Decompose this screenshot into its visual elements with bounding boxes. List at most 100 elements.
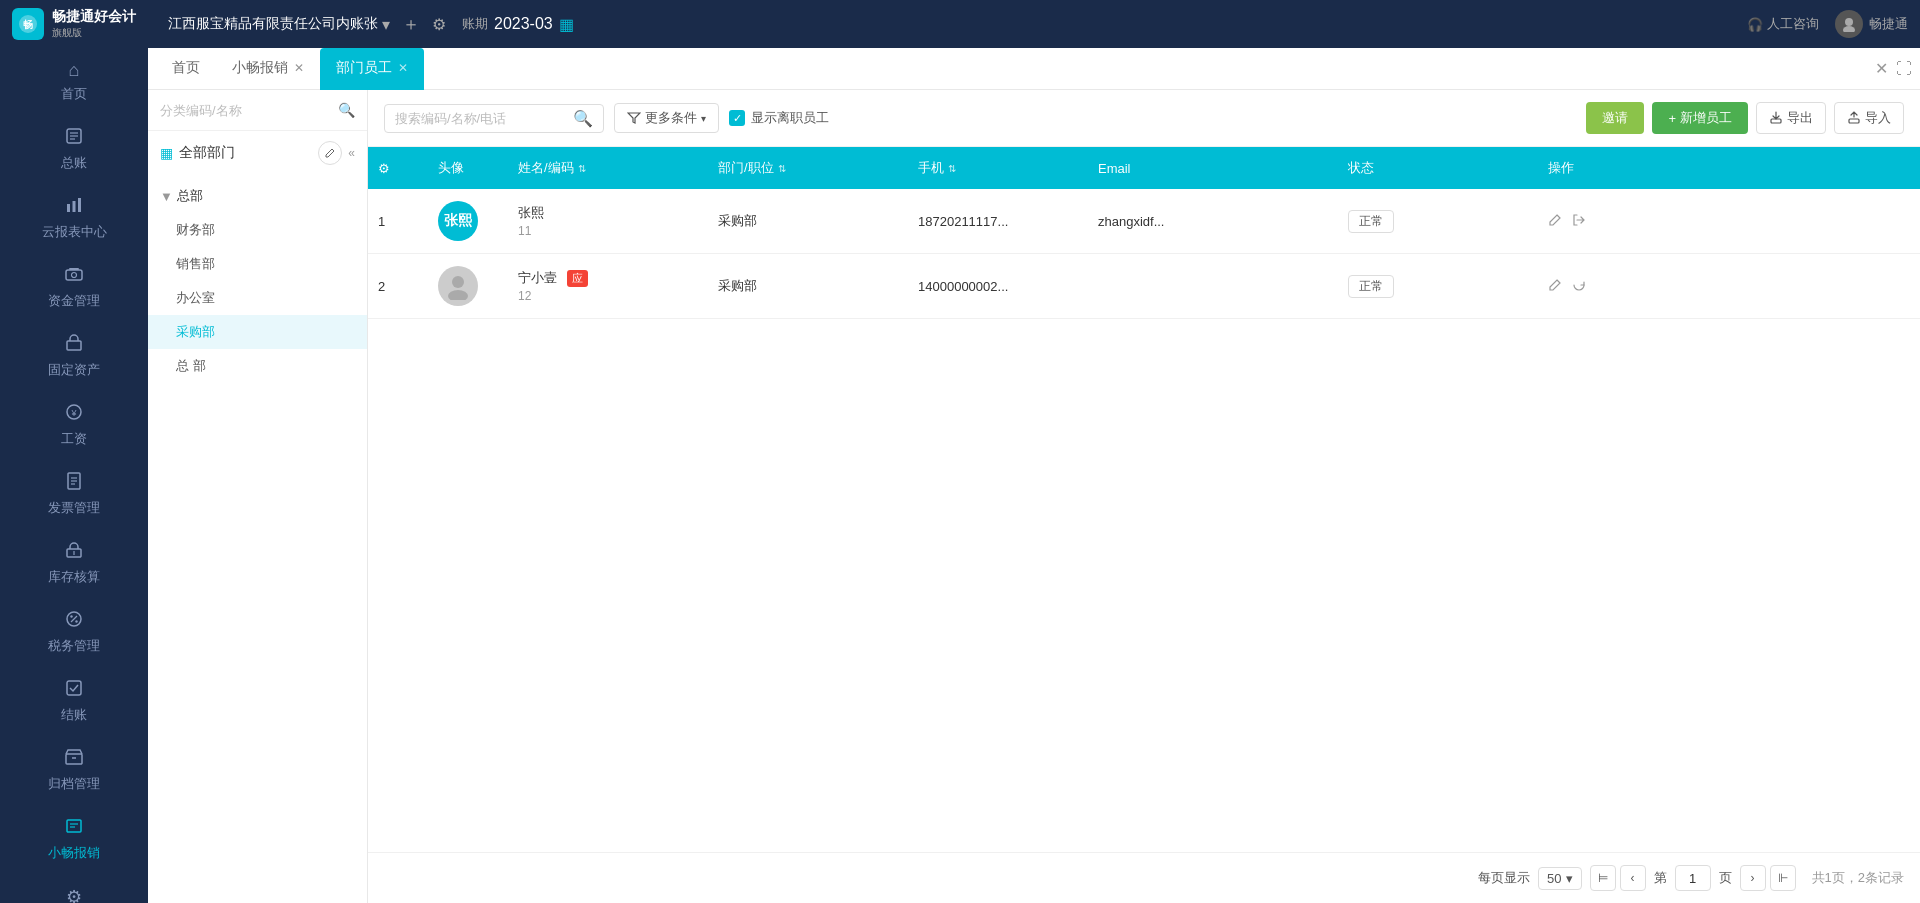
tab-dept-employee[interactable]: 部门员工 ✕: [320, 48, 424, 90]
tabs-right: ✕ ⛶: [1875, 59, 1912, 78]
page-size-select[interactable]: 50 ▾: [1538, 867, 1581, 890]
svg-point-38: [448, 290, 468, 300]
tax-icon: [65, 610, 83, 633]
sidebar-item-tax[interactable]: 税务管理: [0, 598, 148, 667]
dept-node-zongbu[interactable]: ▼ 总部: [148, 179, 367, 213]
sidebar-item-home[interactable]: ⌂ 首页: [0, 48, 148, 115]
tabs-bar: 首页 小畅报销 ✕ 部门员工 ✕ ✕ ⛶: [148, 48, 1920, 90]
sidebar-item-invoice[interactable]: 发票管理: [0, 460, 148, 529]
expand-btn[interactable]: ⛶: [1896, 60, 1912, 78]
main-layout: ⌂ 首页 总账 云报表中心 资金管理 固定资产: [0, 48, 1920, 903]
home-icon: ⌂: [69, 60, 80, 81]
sidebar-item-expense[interactable]: 小畅报销: [0, 805, 148, 874]
svg-point-3: [1843, 26, 1855, 32]
dept-node-hq[interactable]: 总 部: [148, 349, 367, 383]
edit-icon-2[interactable]: [1548, 278, 1562, 295]
toolbar: 🔍 更多条件 ▾ ✓ 显示离职员工 邀请: [368, 90, 1920, 147]
sidebar-item-settle[interactable]: 结账: [0, 667, 148, 736]
sidebar-item-inventory[interactable]: 库存核算: [0, 529, 148, 598]
td-email-2: [1088, 274, 1338, 298]
td-phone-2: 14000000002...: [908, 267, 1088, 306]
logo-icon: 畅: [12, 8, 44, 40]
sidebar-item-ledger[interactable]: 总账: [0, 115, 148, 184]
filter-btn[interactable]: 更多条件 ▾: [614, 103, 719, 133]
header-right: 🎧 人工咨询 畅捷通: [1747, 10, 1908, 38]
period-label: 账期: [462, 15, 488, 33]
next-page-btn[interactable]: ›: [1740, 865, 1766, 891]
td-dept-1: 采购部: [708, 200, 908, 242]
table-header: ⚙ 头像 姓名/编码 ⇅ 部门/职位 ⇅: [368, 147, 1920, 189]
reports-icon: [65, 196, 83, 219]
th-name-code[interactable]: 姓名/编码 ⇅: [508, 147, 708, 189]
settings-col-icon: ⚙: [378, 161, 390, 176]
dept-node-finance[interactable]: 财务部: [148, 213, 367, 247]
sidebar-item-salary[interactable]: ¥ 工资: [0, 391, 148, 460]
dept-search-box: 🔍: [148, 90, 367, 131]
tab-expense[interactable]: 小畅报销 ✕: [216, 48, 320, 90]
calendar-icon[interactable]: ▦: [559, 15, 574, 34]
svg-rect-27: [67, 681, 81, 695]
dept-node-office[interactable]: 办公室: [148, 281, 367, 315]
show-resigned-toggle[interactable]: ✓ 显示离职员工: [729, 109, 829, 127]
last-page-btn[interactable]: ⊩: [1770, 865, 1796, 891]
all-dept-header[interactable]: ▦ 全部部门 «: [148, 131, 367, 175]
dept-collapse-btn[interactable]: «: [348, 146, 355, 160]
support-btn[interactable]: 🎧 人工咨询: [1747, 15, 1819, 33]
employee-search-input[interactable]: [395, 111, 567, 126]
svg-rect-28: [66, 754, 82, 764]
page-number-input[interactable]: [1675, 865, 1711, 891]
refresh-icon-2[interactable]: [1572, 278, 1586, 295]
first-page-btn[interactable]: ⊨: [1590, 865, 1616, 891]
svg-rect-8: [67, 204, 70, 212]
dept-search-icon[interactable]: 🔍: [338, 102, 355, 118]
svg-rect-10: [78, 198, 81, 212]
tab-close-dept[interactable]: ✕: [398, 61, 408, 75]
action-icons-2: [1548, 278, 1586, 295]
invite-button[interactable]: 邀请: [1586, 102, 1644, 134]
import-button[interactable]: 导入: [1834, 102, 1904, 134]
sidebar-item-settings[interactable]: ⚙ 基础设置: [0, 874, 148, 903]
resigned-checkbox[interactable]: ✓: [729, 110, 745, 126]
sidebar-item-reports[interactable]: 云报表中心: [0, 184, 148, 253]
dept-node-purchase[interactable]: 采购部: [148, 315, 367, 349]
td-index-1: 1: [368, 202, 428, 241]
svg-rect-9: [73, 201, 76, 212]
edit-icon-1[interactable]: [1548, 213, 1562, 230]
search-magnifier-icon[interactable]: 🔍: [573, 109, 593, 128]
logout-icon-1[interactable]: [1572, 213, 1586, 230]
logo-sub: 旗舰版: [52, 26, 136, 40]
td-email-1: zhangxidf...: [1088, 202, 1338, 241]
pagination: 每页显示 50 ▾ ⊨ ‹ 第 页 › ⊩ 共1页，2条记录: [368, 852, 1920, 903]
svg-text:¥: ¥: [70, 408, 77, 418]
th-phone[interactable]: 手机 ⇅: [908, 147, 1088, 189]
dropdown-icon[interactable]: ▾: [382, 15, 390, 34]
dept-node-sales[interactable]: 销售部: [148, 247, 367, 281]
export-button[interactable]: 导出: [1756, 102, 1826, 134]
dept-edit-btn[interactable]: [318, 141, 342, 165]
add-employee-button[interactable]: + 新增员工: [1652, 102, 1748, 134]
tab-close-expense[interactable]: ✕: [294, 61, 304, 75]
sidebar-item-archive[interactable]: 归档管理: [0, 736, 148, 805]
th-dept-position[interactable]: 部门/职位 ⇅: [708, 147, 908, 189]
company-name: 江西服宝精品有限责任公司内账张: [168, 15, 378, 33]
settings-icon[interactable]: ⚙: [432, 15, 446, 34]
th-settings[interactable]: ⚙: [368, 147, 428, 189]
sidebar-item-funds[interactable]: 资金管理: [0, 253, 148, 322]
dept-search-input[interactable]: [160, 103, 338, 118]
page-content: 🔍 ▦ 全部部门 « ▼ 总部 财务部: [148, 90, 1920, 903]
td-phone-1: 18720211117...: [908, 202, 1088, 241]
top-header: 畅 畅捷通好会计 旗舰版 江西服宝精品有限责任公司内账张 ▾ ＋ ⚙ 账期 20…: [0, 0, 1920, 48]
tab-home[interactable]: 首页: [156, 48, 216, 90]
sort-dept-icon: ⇅: [778, 163, 786, 174]
td-dept-2: 采购部: [708, 265, 908, 307]
td-avatar-2: [428, 254, 508, 318]
table-row: 1 张熙 张熙 11: [368, 189, 1920, 254]
user-menu[interactable]: 畅捷通: [1835, 10, 1908, 38]
sort-phone-icon: ⇅: [948, 163, 956, 174]
sidebar-item-assets[interactable]: 固定资产: [0, 322, 148, 391]
td-name-1: 张熙 11: [508, 192, 708, 250]
total-records: 共1页，2条记录: [1812, 869, 1904, 887]
add-company-icon[interactable]: ＋: [402, 12, 420, 36]
prev-page-btn[interactable]: ‹: [1620, 865, 1646, 891]
close-window-btn[interactable]: ✕: [1875, 59, 1888, 78]
